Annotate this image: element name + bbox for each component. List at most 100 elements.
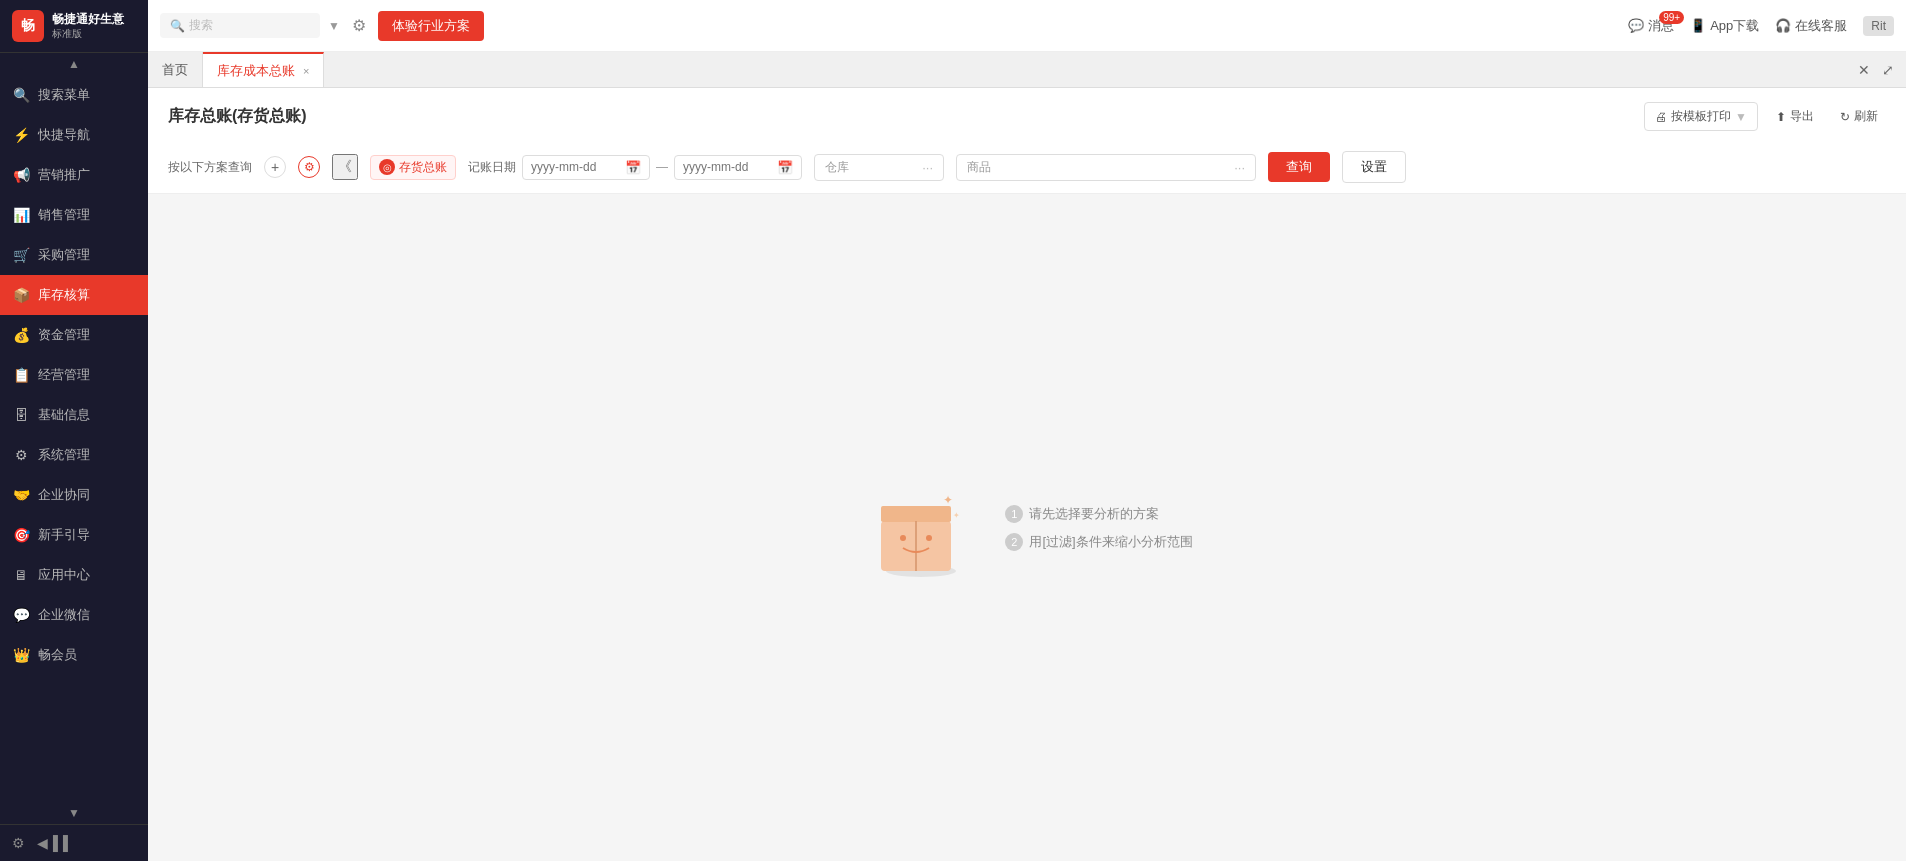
audio-footer-icon[interactable]: ◀▐▐ <box>37 835 68 851</box>
scroll-down-btn[interactable]: ▼ <box>0 802 148 824</box>
filter-add-btn[interactable]: + <box>264 156 286 178</box>
sidebar-item-label: 基础信息 <box>38 406 90 424</box>
sidebar-item-label: 营销推广 <box>38 166 90 184</box>
scheme-label: 存货总账 <box>399 159 447 176</box>
sidebar-item-corp[interactable]: 🤝 企业协同 <box>0 475 148 515</box>
sidebar-item-shortcut[interactable]: ⚡ 快捷导航 <box>0 115 148 155</box>
topbar-chevron-icon[interactable]: ▼ <box>328 19 340 33</box>
sidebar-item-purchase[interactable]: 🛒 采购管理 <box>0 235 148 275</box>
topbar-user-name[interactable]: Rit <box>1863 16 1894 36</box>
newbie-icon: 🎯 <box>12 527 30 543</box>
sidebar-item-label: 经营管理 <box>38 366 90 384</box>
sidebar-item-appstore[interactable]: 🖥 应用中心 <box>0 555 148 595</box>
hint-item-2: 2 用[过滤]条件来缩小分析范围 <box>1005 533 1192 551</box>
sidebar-item-label: 搜索菜单 <box>38 86 90 104</box>
topbar-online-service[interactable]: 🎧 在线客服 <box>1775 17 1847 35</box>
filter-settings-icon-btn[interactable]: ⚙ <box>298 156 320 178</box>
filter-collapse-btn[interactable]: 《 <box>332 154 358 180</box>
date-start-wrap[interactable]: 📅 <box>522 155 650 180</box>
empty-hints: 1 请先选择要分析的方案 2 用[过滤]条件来缩小分析范围 <box>1005 505 1192 551</box>
industry-btn[interactable]: 体验行业方案 <box>378 11 484 41</box>
sidebar-item-inventory[interactable]: 📦 库存核算 <box>0 275 148 315</box>
sidebar-item-marketing[interactable]: 📢 营销推广 <box>0 155 148 195</box>
export-btn[interactable]: ⬆ 导出 <box>1768 103 1822 130</box>
scroll-up-btn[interactable]: ▲ <box>0 53 148 75</box>
search-icon: 🔍 <box>12 87 30 103</box>
empty-state: ✦ ✦ 1 请先选择要分析的方案 2 用[过滤]条件来缩小分析范围 <box>148 194 1906 861</box>
brand-name: 畅捷通好生意 <box>52 11 124 28</box>
product-label: 商品 <box>967 159 1230 176</box>
hint-num-1: 1 <box>1005 505 1023 523</box>
topbar-right: 💬 消息 99+ 📱 App下载 🎧 在线客服 Rit <box>1628 16 1894 36</box>
tab-inventory-ledger[interactable]: 库存成本总账 × <box>203 52 324 87</box>
topbar-gear-icon[interactable]: ⚙ <box>348 12 370 39</box>
topbar-msg[interactable]: 💬 消息 99+ <box>1628 17 1674 35</box>
member-icon: 👑 <box>12 647 30 663</box>
sidebar-item-member[interactable]: 👑 畅会员 <box>0 635 148 675</box>
calendar-start-icon[interactable]: 📅 <box>625 160 641 175</box>
sidebar-item-label: 采购管理 <box>38 246 90 264</box>
warehouse-more-icon[interactable]: ··· <box>922 160 933 175</box>
topbar-search-icon: 🔍 <box>170 19 185 33</box>
calendar-end-icon[interactable]: 📅 <box>777 160 793 175</box>
empty-illustration: ✦ ✦ <box>861 466 981 589</box>
page-title-row: 库存总账(存货总账) 🖨 按模板打印 ▼ ⬆ 导出 ↻ 刷新 <box>168 102 1886 141</box>
basics-icon: 🗄 <box>12 407 30 423</box>
tab-expand-btn[interactable]: ⤢ <box>1878 58 1898 82</box>
warehouse-selector[interactable]: 仓库 ··· <box>814 154 944 181</box>
sidebar-item-label: 库存核算 <box>38 286 90 304</box>
sidebar-item-label: 系统管理 <box>38 446 90 464</box>
page-title: 库存总账(存货总账) <box>168 106 307 127</box>
sidebar-item-wechat[interactable]: 💬 企业微信 <box>0 595 148 635</box>
sidebar-item-search[interactable]: 🔍 搜索菜单 <box>0 75 148 115</box>
topbar-app-download[interactable]: 📱 App下载 <box>1690 17 1759 35</box>
filter-scheme-tag[interactable]: ◎ 存货总账 <box>370 155 456 180</box>
tabs-right: ✕ ⤢ <box>1854 58 1906 82</box>
sidebar-logo: 畅 畅捷通好生意 标准版 <box>0 0 148 53</box>
marketing-icon: 📢 <box>12 167 30 183</box>
sidebar-nav: 🔍 搜索菜单 ⚡ 快捷导航 📢 营销推广 📊 销售管理 🛒 采购管理 📦 库存核… <box>0 75 148 802</box>
topbar-search-box[interactable]: 🔍 搜索 <box>160 13 320 38</box>
date-end-input[interactable] <box>683 160 773 174</box>
refresh-btn[interactable]: ↻ 刷新 <box>1832 103 1886 130</box>
product-more-icon[interactable]: ··· <box>1234 160 1245 175</box>
product-selector[interactable]: 商品 ··· <box>956 154 1256 181</box>
sidebar-item-label: 应用中心 <box>38 566 90 584</box>
sidebar-item-label: 企业协同 <box>38 486 90 504</box>
msg-badge: 99+ <box>1659 11 1684 24</box>
tab-inventory-label: 库存成本总账 <box>217 62 295 80</box>
tab-home[interactable]: 首页 <box>148 52 203 87</box>
svg-rect-6 <box>881 506 951 522</box>
date-end-wrap[interactable]: 📅 <box>674 155 802 180</box>
sidebar-item-label: 新手引导 <box>38 526 90 544</box>
export-label: 导出 <box>1790 108 1814 125</box>
settings-footer-icon[interactable]: ⚙ <box>12 835 25 851</box>
scheme-circle-icon: ◎ <box>379 159 395 175</box>
template-print-label: 按模板打印 <box>1671 108 1731 125</box>
tab-close-icon[interactable]: × <box>303 65 309 77</box>
main-area: 🔍 搜索 ▼ ⚙ 体验行业方案 💬 消息 99+ 📱 App下载 🎧 在线客服 … <box>148 0 1906 861</box>
tab-close-btn[interactable]: ✕ <box>1854 58 1874 82</box>
date-filter-group: 记账日期 📅 — 📅 <box>468 155 802 180</box>
settings-btn[interactable]: 设置 <box>1342 151 1406 183</box>
date-start-input[interactable] <box>531 160 621 174</box>
sidebar-item-operations[interactable]: 📋 经营管理 <box>0 355 148 395</box>
template-print-btn[interactable]: 🖨 按模板打印 ▼ <box>1644 102 1758 131</box>
sidebar-item-label: 快捷导航 <box>38 126 90 144</box>
sidebar-item-funds[interactable]: 💰 资金管理 <box>0 315 148 355</box>
svg-point-8 <box>900 535 906 541</box>
print-icon: 🖨 <box>1655 110 1667 124</box>
tab-home-label: 首页 <box>162 61 188 79</box>
sidebar-item-newbie[interactable]: 🎯 新手引导 <box>0 515 148 555</box>
sidebar-item-basics[interactable]: 🗄 基础信息 <box>0 395 148 435</box>
refresh-label: 刷新 <box>1854 108 1878 125</box>
brand-sub: 标准版 <box>52 27 124 41</box>
sidebar-item-sales[interactable]: 📊 销售管理 <box>0 195 148 235</box>
filter-row: 按以下方案查询 + ⚙ 《 ◎ 存货总账 记账日期 📅 — <box>168 141 1886 193</box>
sidebar-item-system[interactable]: ⚙ 系统管理 <box>0 435 148 475</box>
query-btn[interactable]: 查询 <box>1268 152 1330 182</box>
corp-icon: 🤝 <box>12 487 30 503</box>
empty-box-svg: ✦ ✦ <box>861 466 981 586</box>
purchase-icon: 🛒 <box>12 247 30 263</box>
refresh-icon: ↻ <box>1840 110 1850 124</box>
